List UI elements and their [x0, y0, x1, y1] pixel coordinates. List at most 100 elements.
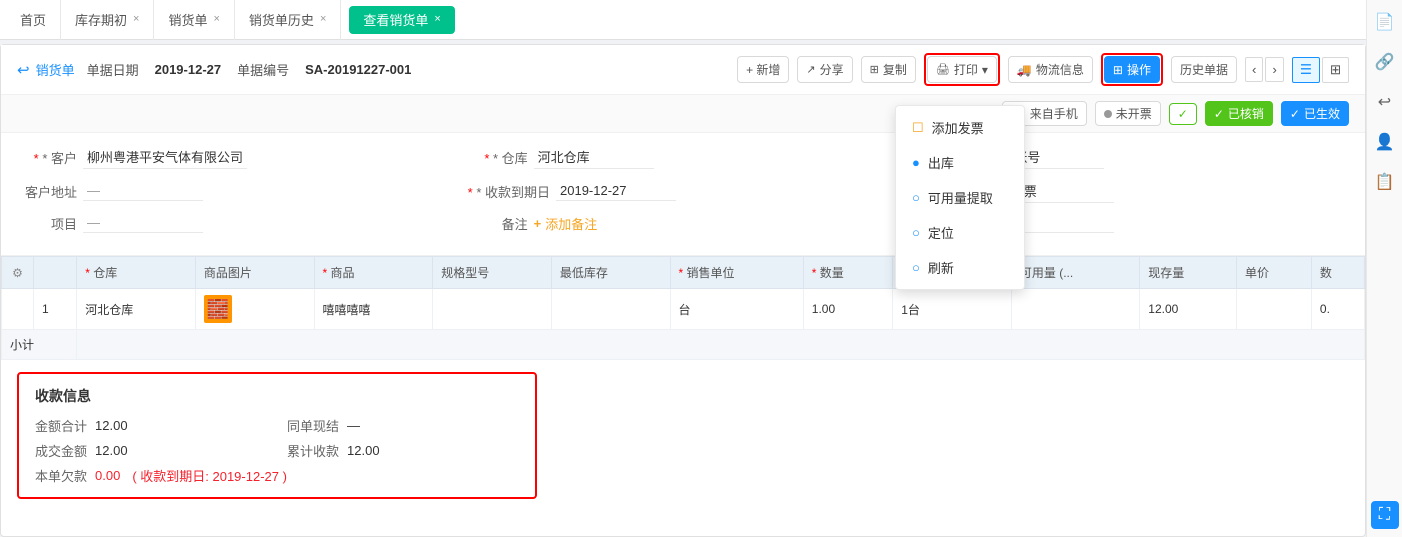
logistics-icon: 🚚	[1017, 63, 1032, 77]
view-list[interactable]: ☰	[1292, 57, 1320, 83]
row-product-img: 🧱	[195, 289, 314, 330]
outstanding-note: ( 收款到期日: 2019-12-27 )	[132, 466, 287, 485]
tab-sales-history[interactable]: 销货单历史 ×	[235, 0, 341, 40]
product-thumbnail: 🧱	[204, 295, 232, 323]
nav-prev[interactable]: ‹	[1245, 57, 1263, 82]
payment-info-grid: 金额合计 12.00 同单现结 — 成交金额 12.00 累计收款 12.00 …	[35, 416, 519, 485]
same-order-value: —	[347, 418, 360, 433]
sidebar-icon-return[interactable]: ↩	[1371, 88, 1399, 116]
warehouse-label: * 仓库	[468, 148, 528, 167]
effective-btn[interactable]: ✓ 已生效	[1281, 101, 1349, 126]
tab-view-sales[interactable]: 查看销货单 ×	[349, 6, 454, 34]
refresh-icon: ○	[912, 260, 920, 275]
nav-next[interactable]: ›	[1265, 57, 1283, 82]
warehouse-value[interactable]: 河北仓库	[534, 145, 654, 169]
project-label: 项目	[17, 214, 77, 233]
nav-arrows: ‹ ›	[1245, 57, 1284, 82]
same-order-label: 同单现结	[287, 416, 339, 435]
same-order-row: 同单现结 —	[287, 416, 519, 435]
share-button[interactable]: ↗ 分享	[797, 56, 852, 83]
sales-table: ⚙ * 仓库 商品图片 * 商品 规格型号 最低库存 * 销售单位 * 数量 包…	[1, 256, 1365, 360]
doc-title: ↩ 销货单	[17, 60, 75, 79]
note-label: 备注	[468, 214, 528, 233]
total-amount-value: 12.00	[95, 418, 128, 433]
row-sales-unit: 台	[670, 289, 803, 330]
form-row-3: 项目 — 备注 添加备注 * 业务员孟 —	[17, 213, 1349, 233]
tab-sales-order[interactable]: 销货单 ×	[154, 0, 234, 40]
row-amount: 0.	[1311, 289, 1364, 330]
locate-icon: ○	[912, 225, 920, 240]
cancelled-btn[interactable]: ✓ 已核销	[1205, 101, 1273, 126]
view-grid[interactable]: ⊞	[1322, 57, 1349, 83]
total-amount-label: 金额合计	[35, 416, 87, 435]
col-product-img: 商品图片	[195, 257, 314, 289]
payment-date-value[interactable]: 2019-12-27	[556, 181, 676, 201]
confirm-btn[interactable]: ✓	[1169, 103, 1197, 125]
ops-button[interactable]: ⊞ 操作	[1104, 56, 1160, 83]
dropdown-available-qty[interactable]: ○ 可用量提取	[896, 180, 1024, 215]
dropdown-refresh[interactable]: ○ 刷新	[896, 250, 1024, 285]
close-inventory-init[interactable]: ×	[133, 14, 139, 25]
close-view-sales[interactable]: ×	[434, 14, 440, 25]
effective-icon: ✓	[1290, 107, 1300, 121]
add-note-btn[interactable]: 添加备注	[534, 214, 598, 233]
subtotal-row: 小计	[2, 330, 1365, 360]
sidebar-icon-expand[interactable]: ⛶	[1371, 501, 1399, 529]
col-product: * 商品	[314, 257, 433, 289]
payment-date-label: * 收款到期日	[468, 182, 550, 201]
ops-icon: ⊞	[1113, 63, 1123, 77]
form-row-1: * 客户 柳州粤港平安气体有限公司 * 仓库 河北仓库 业务员 演示账号	[17, 145, 1349, 169]
dropdown-outbound[interactable]: ● 出库	[896, 145, 1024, 180]
col-spec: 规格型号	[433, 257, 552, 289]
row-product[interactable]: 嘻嘻嘻嘻	[314, 289, 433, 330]
col-unit-price: 单价	[1237, 257, 1312, 289]
close-sales-history[interactable]: ×	[320, 14, 326, 25]
add-invoice-icon: ☐	[912, 120, 924, 136]
doc-header-right: + 新增 ↗ 分享 ⊞ 复制 🖨 打印 ▾	[737, 53, 1349, 86]
check-icon: ✓	[1178, 107, 1188, 121]
history-button[interactable]: 历史单据	[1171, 56, 1237, 83]
date-value: 2019-12-27	[155, 62, 222, 77]
cumulative-label: 累计收款	[287, 441, 339, 460]
close-sales-order[interactable]: ×	[213, 14, 219, 25]
row-spec	[433, 289, 552, 330]
sidebar-icon-link[interactable]: 🔗	[1371, 48, 1399, 76]
print-button[interactable]: 🖨 打印 ▾	[927, 56, 997, 83]
not-open-btn[interactable]: 未开票	[1095, 101, 1161, 126]
sidebar-icon-copy2[interactable]: 📋	[1371, 168, 1399, 196]
customer-field: * 客户 柳州粤港平安气体有限公司	[17, 145, 448, 169]
sidebar-icon-user[interactable]: 👤	[1371, 128, 1399, 156]
customer-label: * 客户	[17, 148, 77, 167]
row-gear[interactable]	[2, 289, 34, 330]
row-quantity: 1.00	[803, 289, 892, 330]
print-highlight-box: 🖨 打印 ▾	[924, 53, 1000, 86]
view-icons: ☰ ⊞	[1292, 57, 1349, 83]
print-icon: 🖨	[936, 63, 950, 76]
address-field: 客户地址 —	[17, 181, 448, 201]
project-value[interactable]: —	[83, 213, 203, 233]
payment-info-box: 收款信息 金额合计 12.00 同单现结 — 成交金额 12.00 累计收款 1…	[17, 372, 537, 499]
col-stock: 现存量	[1140, 257, 1237, 289]
sidebar-icon-doc[interactable]: 📄	[1371, 8, 1399, 36]
outstanding-value: 0.00	[95, 468, 120, 483]
address-value[interactable]: —	[83, 181, 203, 201]
date-label: 单据日期	[87, 60, 139, 79]
customer-value[interactable]: 柳州粤港平安气体有限公司	[83, 145, 247, 169]
gear-icon[interactable]: ⚙	[12, 266, 23, 280]
address-label: 客户地址	[17, 182, 77, 201]
copy-button[interactable]: ⊞ 复制	[861, 56, 916, 83]
tab-home[interactable]: 首页	[10, 0, 61, 40]
dropdown-add-invoice[interactable]: ☐ 添加发票	[896, 110, 1024, 145]
dropdown-locate[interactable]: ○ 定位	[896, 215, 1024, 250]
col-gear: ⚙	[2, 257, 34, 289]
table-container: ⚙ * 仓库 商品图片 * 商品 规格型号 最低库存 * 销售单位 * 数量 包…	[1, 256, 1365, 360]
logistics-button[interactable]: 🚚 物流信息	[1008, 56, 1093, 83]
subtotal-values	[77, 330, 1365, 360]
row-available	[1011, 289, 1139, 330]
cumulative-row: 累计收款 12.00	[287, 441, 519, 460]
row-min-stock	[551, 289, 670, 330]
new-button[interactable]: + 新增	[737, 56, 789, 83]
tab-inventory-init[interactable]: 库存期初 ×	[61, 0, 154, 40]
cancelled-icon: ✓	[1214, 107, 1224, 121]
row-warehouse: 河北仓库	[77, 289, 196, 330]
